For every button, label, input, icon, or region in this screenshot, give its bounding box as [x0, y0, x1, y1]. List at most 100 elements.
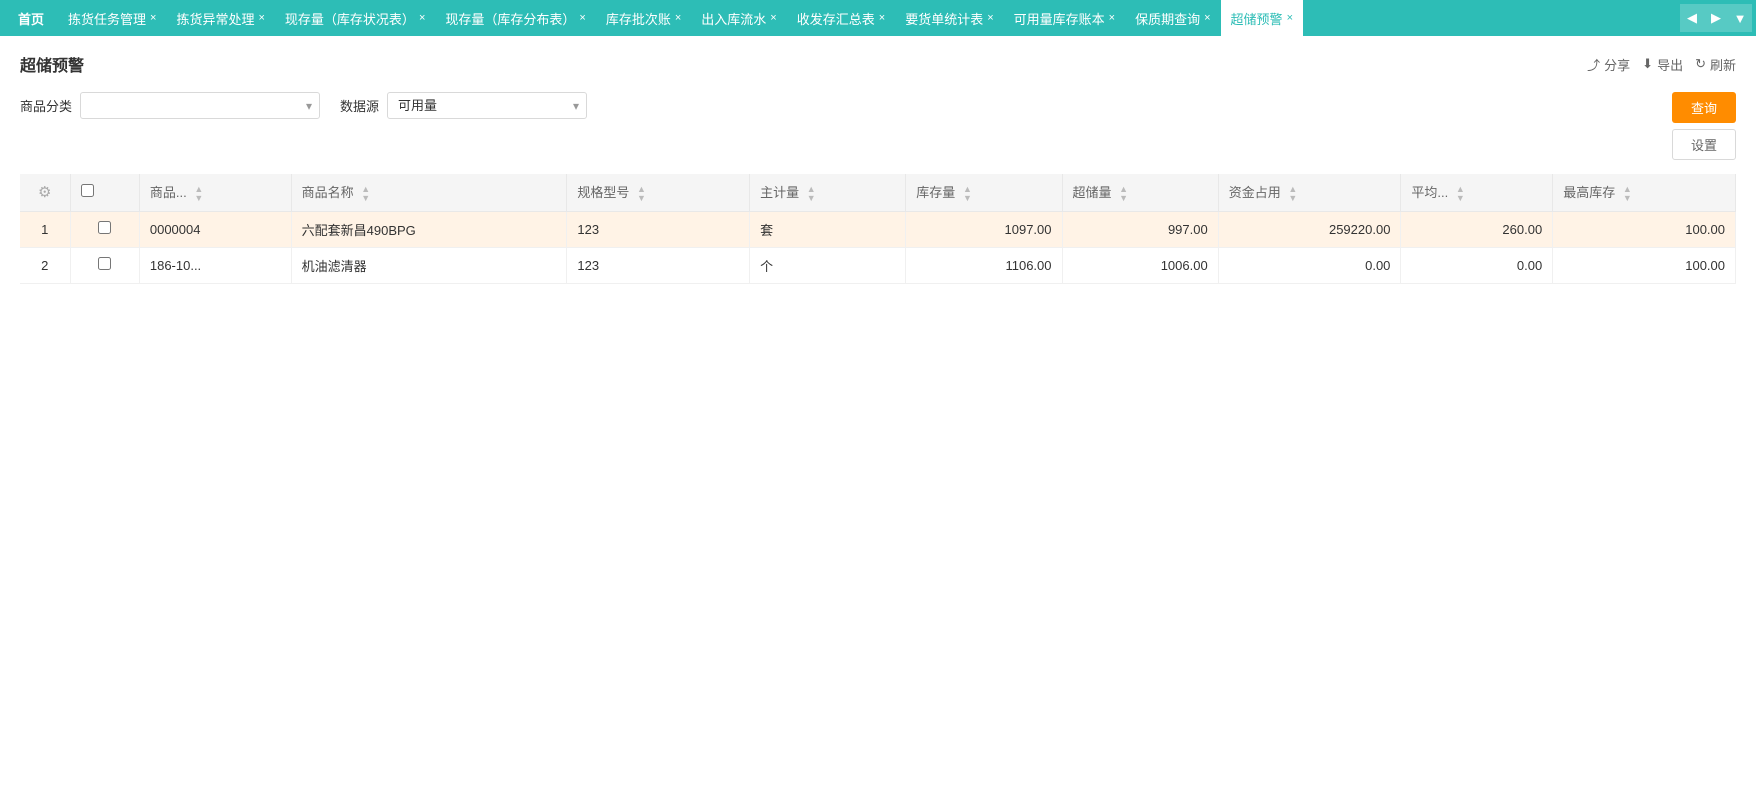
close-inventory-status-icon[interactable]: × — [419, 12, 425, 24]
close-order-stats-icon[interactable]: × — [987, 12, 993, 24]
row-checkbox-cell — [70, 211, 139, 247]
datasource-select-wrapper: 可用量 库存量 — [387, 92, 587, 119]
close-pick-task-icon[interactable]: × — [150, 12, 156, 24]
close-batch-account-icon[interactable]: × — [675, 12, 681, 24]
category-label: 商品分类 — [20, 96, 72, 115]
nav-available-ledger[interactable]: 可用量库存账本 × — [1004, 0, 1125, 36]
top-navigation: 首页 拣货任务管理 × 拣货异常处理 × 现存量（库存状况表） × 现存量（库存… — [0, 0, 1756, 36]
nav-home[interactable]: 首页 — [4, 0, 58, 36]
sort-capital-icon[interactable]: ▲▼ — [1288, 185, 1297, 203]
row-spec: 123 — [567, 247, 750, 283]
table-header: ⚙ 商品... ▲▼ 商品名称 ▲▼ 规格型号 ▲▼ 主计 — [20, 174, 1736, 211]
close-recv-send-summary-icon[interactable]: × — [879, 12, 885, 24]
export-icon: ⬇ — [1642, 56, 1653, 72]
row-max-stock: 100.00 — [1553, 211, 1736, 247]
table-gear-icon[interactable]: ⚙ — [38, 184, 51, 201]
page-header: 超储预警 ⤴ 分享 ⬇ 导出 ↻ 刷新 — [20, 52, 1736, 76]
close-shelf-life-icon[interactable]: × — [1204, 12, 1210, 24]
col-stock: 库存量 ▲▼ — [906, 174, 1062, 211]
nav-prev-button[interactable]: ◀ — [1680, 4, 1704, 32]
filter-row: 商品分类 数据源 可用量 库存量 — [20, 92, 1672, 119]
row-stock: 1106.00 — [906, 247, 1062, 283]
select-all-checkbox[interactable] — [81, 184, 94, 197]
close-inout-flow-icon[interactable]: × — [770, 12, 776, 24]
nav-shelf-life[interactable]: 保质期查询 × — [1125, 0, 1220, 36]
nav-batch-account[interactable]: 库存批次账 × — [596, 0, 691, 36]
row-avg: 0.00 — [1401, 247, 1553, 283]
share-icon: ⤴ — [1587, 55, 1600, 74]
row-index: 1 — [20, 211, 70, 247]
sort-product-name-icon[interactable]: ▲▼ — [361, 185, 370, 203]
category-filter: 商品分类 — [20, 92, 320, 119]
row-overstock: 997.00 — [1062, 211, 1218, 247]
row-product-code: 0000004 — [139, 211, 291, 247]
close-available-ledger-icon[interactable]: × — [1109, 12, 1115, 24]
nav-overstock-warning[interactable]: 超储预警 × — [1221, 0, 1303, 36]
close-overstock-warning-icon[interactable]: × — [1287, 12, 1293, 24]
row-overstock: 1006.00 — [1062, 247, 1218, 283]
table-body: 1 0000004 六配套新昌490BPG 123 套 1097.00 997.… — [20, 211, 1736, 283]
row-unit: 套 — [750, 211, 906, 247]
sort-max-stock-icon[interactable]: ▲▼ — [1623, 185, 1632, 203]
nav-order-stats[interactable]: 要货单统计表 × — [895, 0, 1003, 36]
settings-button[interactable]: 设置 — [1672, 129, 1736, 160]
nav-inventory-status[interactable]: 现存量（库存状况表） × — [275, 0, 435, 36]
row-checkbox-cell — [70, 247, 139, 283]
col-overstock: 超储量 ▲▼ — [1062, 174, 1218, 211]
row-unit: 个 — [750, 247, 906, 283]
col-spec: 规格型号 ▲▼ — [567, 174, 750, 211]
nav-next-button[interactable]: ▶ — [1704, 4, 1728, 32]
col-gear: ⚙ — [20, 174, 70, 211]
row-max-stock: 100.00 — [1553, 247, 1736, 283]
col-product-name: 商品名称 ▲▼ — [291, 174, 567, 211]
row-checkbox[interactable] — [98, 257, 111, 270]
datasource-select[interactable]: 可用量 库存量 — [387, 92, 587, 119]
query-button[interactable]: 查询 — [1672, 92, 1736, 123]
nav-arrow-controls: ◀ ▶ ▼ — [1680, 4, 1752, 32]
row-stock: 1097.00 — [906, 211, 1062, 247]
row-checkbox[interactable] — [98, 221, 111, 234]
col-unit: 主计量 ▲▼ — [750, 174, 906, 211]
export-button[interactable]: ⬇ 导出 — [1642, 55, 1683, 74]
refresh-button[interactable]: ↻ 刷新 — [1695, 55, 1736, 74]
row-capital: 259220.00 — [1218, 211, 1401, 247]
nav-pick-exception[interactable]: 拣货异常处理 × — [166, 0, 274, 36]
sort-avg-icon[interactable]: ▲▼ — [1456, 185, 1465, 203]
close-pick-exception-icon[interactable]: × — [258, 12, 264, 24]
datasource-label: 数据源 — [340, 96, 379, 115]
page-actions: ⤴ 分享 ⬇ 导出 ↻ 刷新 — [1587, 55, 1736, 74]
col-max-stock: 最高库存 ▲▼ — [1553, 174, 1736, 211]
row-index: 2 — [20, 247, 70, 283]
sort-overstock-icon[interactable]: ▲▼ — [1119, 185, 1128, 203]
row-capital: 0.00 — [1218, 247, 1401, 283]
table-row: 2 186-10... 机油滤清器 123 个 1106.00 1006.00 … — [20, 247, 1736, 283]
nav-inventory-dist[interactable]: 现存量（库存分布表） × — [435, 0, 595, 36]
row-spec: 123 — [567, 211, 750, 247]
page-title: 超储预警 — [20, 52, 84, 76]
sort-stock-icon[interactable]: ▲▼ — [963, 185, 972, 203]
sort-product-code-icon[interactable]: ▲▼ — [194, 185, 203, 203]
sort-unit-icon[interactable]: ▲▼ — [807, 185, 816, 203]
nav-recv-send-summary[interactable]: 收发存汇总表 × — [787, 0, 895, 36]
right-button-group: 查询 设置 — [1672, 92, 1736, 160]
sort-spec-icon[interactable]: ▲▼ — [637, 185, 646, 203]
close-inventory-dist-icon[interactable]: × — [579, 12, 585, 24]
category-select-wrapper — [80, 92, 320, 119]
col-checkbox — [70, 174, 139, 211]
table-row: 1 0000004 六配套新昌490BPG 123 套 1097.00 997.… — [20, 211, 1736, 247]
data-table: ⚙ 商品... ▲▼ 商品名称 ▲▼ 规格型号 ▲▼ 主计 — [20, 174, 1736, 284]
nav-more-button[interactable]: ▼ — [1728, 4, 1752, 32]
nav-inout-flow[interactable]: 出入库流水 × — [691, 0, 786, 36]
row-product-name: 机油滤清器 — [291, 247, 567, 283]
row-product-code: 186-10... — [139, 247, 291, 283]
row-avg: 260.00 — [1401, 211, 1553, 247]
share-button[interactable]: ⤴ 分享 — [1587, 55, 1630, 74]
page-content: 超储预警 ⤴ 分享 ⬇ 导出 ↻ 刷新 商品分类 — [0, 36, 1756, 800]
nav-pick-task[interactable]: 拣货任务管理 × — [58, 0, 166, 36]
row-product-name: 六配套新昌490BPG — [291, 211, 567, 247]
col-product-code: 商品... ▲▼ — [139, 174, 291, 211]
category-select[interactable] — [80, 92, 320, 119]
col-capital: 资金占用 ▲▼ — [1218, 174, 1401, 211]
datasource-filter: 数据源 可用量 库存量 — [340, 92, 587, 119]
col-avg: 平均... ▲▼ — [1401, 174, 1553, 211]
